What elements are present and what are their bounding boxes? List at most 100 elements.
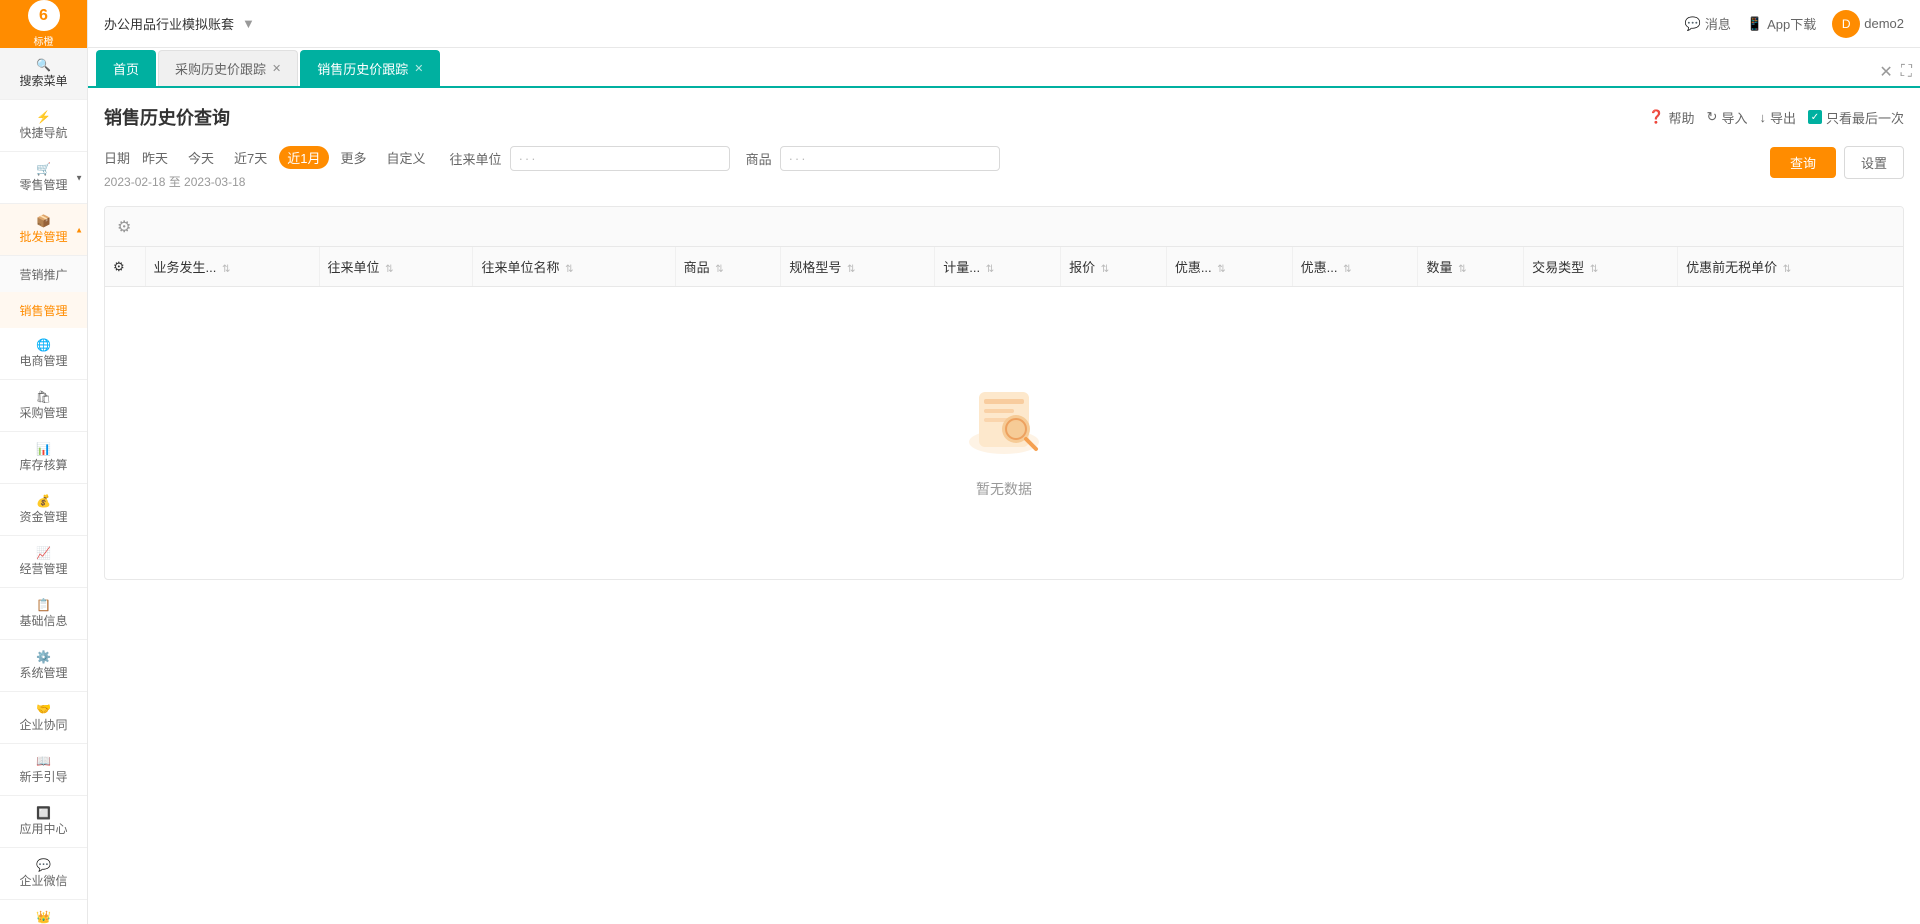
- th-discount1[interactable]: 优惠... ⇅: [1166, 247, 1292, 287]
- tab-home[interactable]: 首页: [96, 50, 156, 86]
- partner-filter-group: 往来单位 ···: [450, 146, 730, 171]
- view-last-only-checkbox[interactable]: 只看最后一次: [1808, 108, 1904, 127]
- date-filter-label: 日期: [104, 148, 130, 167]
- finance-icon: 💰: [36, 494, 51, 508]
- sidebar-item-marketing[interactable]: 营销推广: [0, 256, 87, 292]
- sidebar-item-enterprise-wechat[interactable]: 💬 企业微信: [0, 848, 87, 900]
- message-icon: 💬: [1685, 16, 1701, 32]
- th-partner-name-label: 往来单位名称: [481, 260, 559, 275]
- sidebar-item-purchase-mgmt[interactable]: 🛍 采购管理: [0, 380, 87, 432]
- sort-icon: ⇅: [1343, 264, 1351, 275]
- sort-icon: ⇅: [986, 264, 994, 275]
- settings-button[interactable]: 设置: [1844, 146, 1904, 179]
- filter-row: 日期 昨天 今天 近7天 近1月 更多 自定义 2023-02-18 至 202…: [104, 146, 1904, 190]
- sidebar-item-inventory[interactable]: 📊 库存核算: [0, 432, 87, 484]
- sidebar-item-system-mgmt[interactable]: ⚙️ 系统管理: [0, 640, 87, 692]
- sort-icon: ⇅: [1458, 264, 1466, 275]
- sort-icon: ⇅: [1217, 264, 1225, 275]
- date-btn-custom[interactable]: 自定义: [379, 146, 434, 169]
- page-actions: ❓ 帮助 ↻ 导入 ↓ 导出 只看最后一次: [1648, 108, 1904, 127]
- export-button[interactable]: ↓ 导出: [1759, 108, 1796, 127]
- sidebar-item-finance-mgmt[interactable]: 💰 资金管理: [0, 484, 87, 536]
- empty-state-text: 暂无数据: [976, 479, 1032, 499]
- import-button[interactable]: ↻ 导入: [1707, 108, 1748, 127]
- message-button[interactable]: 💬 消息: [1685, 14, 1731, 33]
- table-settings-icon[interactable]: ⚙: [117, 217, 131, 237]
- tab-sales-history[interactable]: 销售历史价跟踪 ✕: [300, 50, 440, 86]
- th-unit[interactable]: 计量... ⇅: [935, 247, 1061, 287]
- message-label: 消息: [1705, 14, 1731, 33]
- export-icon: ↓: [1759, 110, 1766, 125]
- sidebar-item-newbie-guide[interactable]: 📖 新手引导: [0, 744, 87, 796]
- sidebar-item-sales-mgmt[interactable]: 销售管理: [0, 292, 87, 328]
- page: 销售历史价查询 ❓ 帮助 ↻ 导入 ↓ 导出: [88, 88, 1920, 924]
- maximize-window-icon[interactable]: ⛶: [1901, 63, 1912, 81]
- app-download-label: App下载: [1767, 14, 1816, 33]
- tab-purchase-history-label: 采购历史价跟踪: [175, 59, 266, 78]
- th-trade-type[interactable]: 交易类型 ⇅: [1524, 247, 1678, 287]
- purchase-icon: 🛍: [36, 390, 51, 404]
- help-button[interactable]: ❓ 帮助: [1648, 108, 1694, 127]
- sidebar-item-wholesale-mgmt[interactable]: 📦 批发管理: [0, 204, 87, 256]
- close-window-icon[interactable]: ✕: [1879, 62, 1892, 82]
- tab-purchase-history[interactable]: 采购历史价跟踪 ✕: [158, 50, 298, 86]
- filter-bar: 日期 昨天 今天 近7天 近1月 更多 自定义 2023-02-18 至 202…: [104, 146, 1904, 190]
- sidebar-item-label: 搜索菜单: [19, 72, 67, 89]
- avatar: D: [1832, 10, 1860, 38]
- empty-state-icon: [954, 367, 1054, 467]
- empty-state: 暂无数据: [105, 287, 1903, 579]
- workspace-dropdown-icon[interactable]: ▼: [242, 16, 255, 31]
- product-filter-input[interactable]: ···: [780, 146, 1000, 171]
- sidebar-item-label: 快捷导航: [19, 124, 67, 141]
- app-download-button[interactable]: 📱 App下载: [1747, 14, 1816, 33]
- sidebar-item-search-menu[interactable]: 🔍 搜索菜单: [0, 48, 87, 100]
- user-menu[interactable]: D demo2: [1832, 10, 1904, 38]
- sort-icon: ⇅: [565, 264, 573, 275]
- sidebar-item-member[interactable]: 👑 畅会员: [0, 900, 87, 924]
- sidebar-item-basic-info[interactable]: 📋 基础信息: [0, 588, 87, 640]
- export-label: 导出: [1770, 108, 1796, 127]
- th-partner-name[interactable]: 往来单位名称 ⇅: [473, 247, 675, 287]
- wholesale-icon: 📦: [36, 214, 51, 228]
- sidebar-item-operations-mgmt[interactable]: 📈 经营管理: [0, 536, 87, 588]
- system-icon: ⚙️: [36, 650, 51, 664]
- date-btn-yesterday[interactable]: 昨天: [134, 146, 176, 169]
- th-partner-code-label: 往来单位: [328, 260, 380, 275]
- member-icon: 👑: [36, 910, 51, 924]
- tab-sales-history-label: 销售历史价跟踪: [317, 59, 408, 78]
- th-partner-code[interactable]: 往来单位 ⇅: [319, 247, 473, 287]
- th-product[interactable]: 商品 ⇅: [675, 247, 781, 287]
- query-button[interactable]: 查询: [1770, 147, 1836, 178]
- help-icon: ❓: [1648, 109, 1664, 125]
- th-pretax-price[interactable]: 优惠前无税单价 ⇅: [1678, 247, 1903, 287]
- topbar: 办公用品行业模拟账套 ▼ 💬 消息 📱 App下载 D demo2: [88, 0, 1920, 48]
- th-discount2[interactable]: 优惠... ⇅: [1292, 247, 1418, 287]
- app-logo[interactable]: 6 标橙: [0, 0, 87, 48]
- th-settings-icon: ⚙: [113, 259, 125, 274]
- username: demo2: [1864, 16, 1904, 31]
- th-settings: ⚙: [105, 247, 145, 287]
- date-btn-more[interactable]: 更多: [333, 146, 375, 169]
- th-spec-label: 规格型号: [789, 260, 841, 275]
- app-center-icon: 🔲: [36, 806, 51, 820]
- th-quantity[interactable]: 数量 ⇅: [1418, 247, 1524, 287]
- wechat-icon: 💬: [36, 858, 51, 872]
- date-btn-today[interactable]: 今天: [180, 146, 222, 169]
- tab-sales-history-close-icon[interactable]: ✕: [414, 62, 423, 75]
- sidebar-item-enterprise-collab[interactable]: 🤝 企业协同: [0, 692, 87, 744]
- sidebar-item-quick-nav[interactable]: ⚡ 快捷导航: [0, 100, 87, 152]
- search-icon: 🔍: [36, 58, 51, 72]
- sidebar-item-app-center[interactable]: 🔲 应用中心: [0, 796, 87, 848]
- th-spec[interactable]: 规格型号 ⇅: [781, 247, 935, 287]
- date-btn-last7days[interactable]: 近7天: [226, 146, 275, 169]
- tab-purchase-history-close-icon[interactable]: ✕: [272, 62, 281, 75]
- th-quote-price[interactable]: 报价 ⇅: [1061, 247, 1167, 287]
- date-btn-last1month[interactable]: 近1月: [279, 146, 328, 169]
- th-biz-date[interactable]: 业务发生... ⇅: [145, 247, 319, 287]
- sidebar-item-ecommerce-mgmt[interactable]: 🌐 电商管理: [0, 328, 87, 380]
- sidebar-item-label: 采购管理: [19, 404, 67, 421]
- sidebar-item-retail-mgmt[interactable]: 🛒 零售管理: [0, 152, 87, 204]
- sort-icon: ⇅: [1783, 264, 1791, 275]
- partner-filter-input[interactable]: ···: [510, 146, 730, 171]
- download-icon: 📱: [1747, 16, 1763, 32]
